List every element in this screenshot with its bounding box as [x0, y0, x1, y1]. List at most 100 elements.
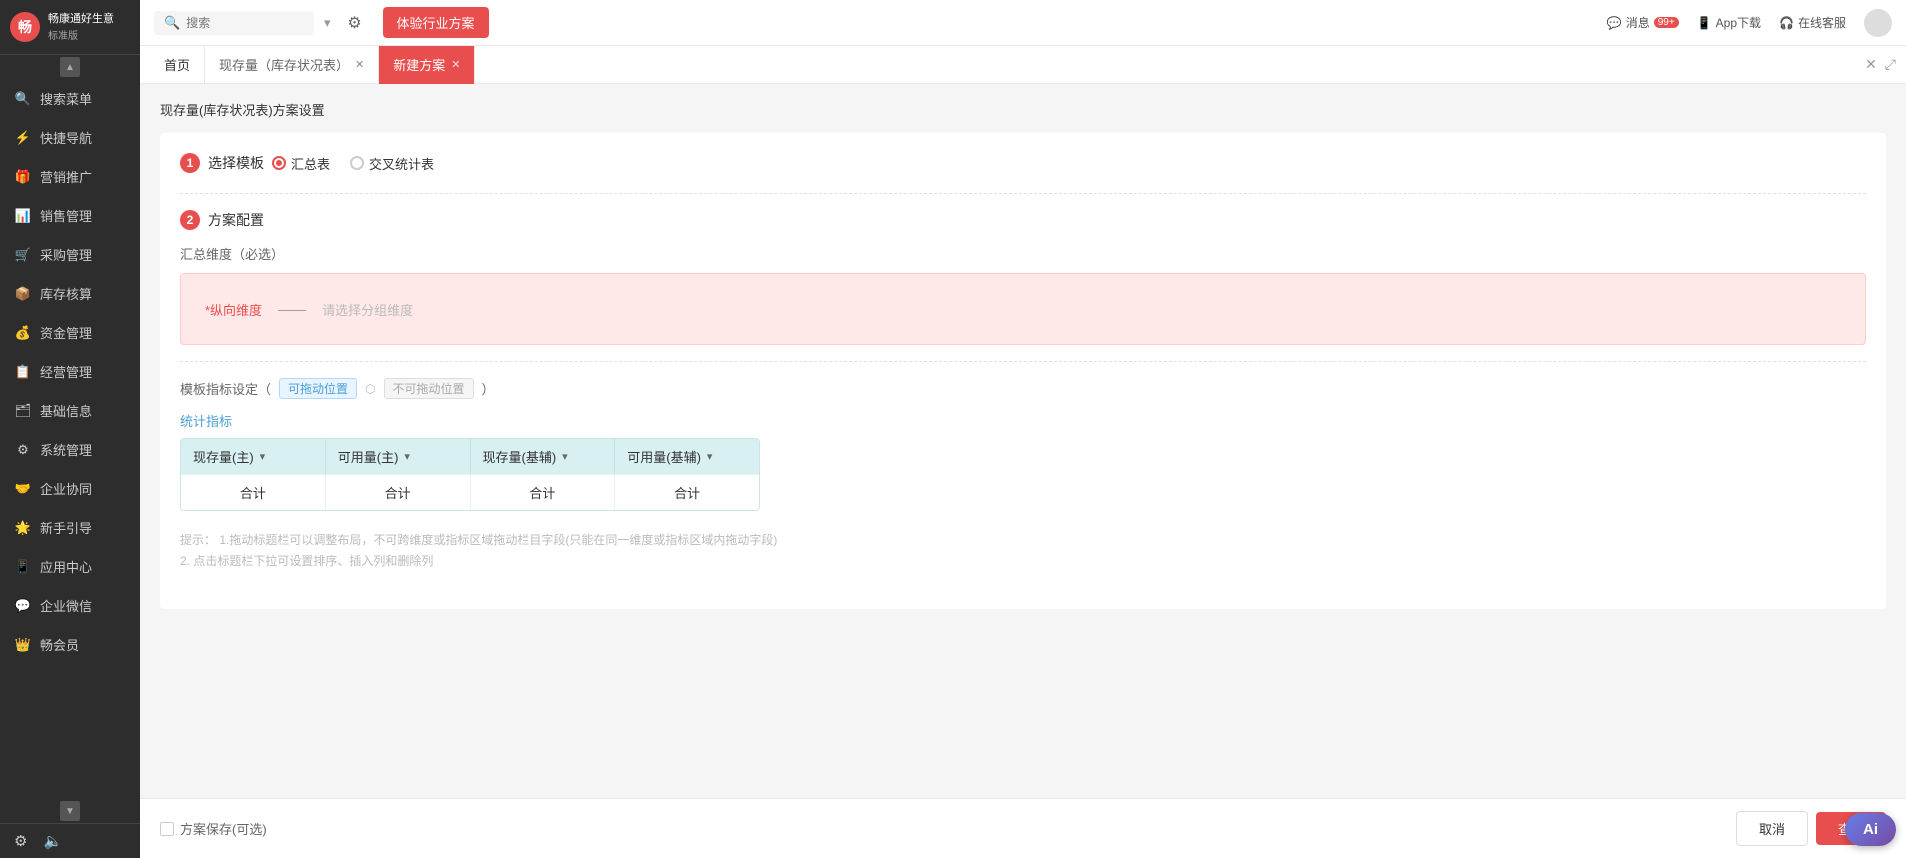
cell-0-3: 合计	[615, 475, 759, 510]
content-area: 现存量(库存状况表)方案设置 1 选择模板 汇总表 交叉统计表	[140, 84, 1906, 798]
tab-expand-icon[interactable]: ⤢	[1885, 56, 1896, 73]
sidebar-item-quick-nav[interactable]: ⚡ 快捷导航	[0, 118, 140, 157]
sidebar-item-new-guide[interactable]: 🌟 新手引导	[0, 508, 140, 547]
dimension-label: 汇总维度（必选）	[180, 244, 1866, 263]
section1-title: 选择模板	[208, 153, 264, 173]
header-cell-0[interactable]: 现存量(主) ▾	[181, 439, 326, 474]
tab-new-plan-close[interactable]: ✕	[451, 58, 460, 71]
wechat-icon: 💬	[14, 597, 32, 615]
tab-inventory-status-close[interactable]: ✕	[355, 58, 364, 71]
app-edition: 标准版	[48, 27, 114, 42]
cell-0-2: 合计	[471, 475, 616, 510]
table-row: 合计 合计 合计 合计	[181, 474, 759, 510]
sidebar-bottom: ⚙ 🔈	[0, 823, 140, 858]
member-icon: 👑	[14, 636, 32, 654]
audio-icon[interactable]: 🔈	[43, 832, 62, 850]
indicator-settings-label: 模板指标设定（ 可拖动位置 ⬡ 不可拖动位置 ）	[180, 378, 1866, 399]
cancel-button[interactable]: 取消	[1736, 811, 1808, 846]
dimension-dash: ——	[278, 301, 306, 317]
topbar-actions: 💬 消息 99+ 📱 App下载 🎧 在线客服	[1607, 9, 1892, 37]
header-chevron-3: ▾	[707, 450, 713, 463]
dimension-required: *纵向维度	[205, 300, 262, 319]
gear-icon[interactable]: ⚙	[341, 9, 369, 37]
sidebar-scroll-down[interactable]: ▼	[60, 801, 80, 821]
movable-tag: 可拖动位置	[279, 378, 357, 399]
save-plan-checkbox-box[interactable]	[160, 822, 174, 836]
trial-btn[interactable]: 体验行业方案	[383, 7, 489, 38]
tip-2: 2. 点击标题栏下拉可设置排序、插入列和删除列	[180, 552, 1866, 569]
stats-table-body: 合计 合计 合计 合计	[181, 474, 759, 510]
radio-summary[interactable]: 汇总表	[272, 154, 330, 173]
sidebar-item-sales[interactable]: 📊 销售管理	[0, 196, 140, 235]
search-menu-icon: 🔍	[14, 90, 32, 108]
cooperation-icon: 🤝	[14, 480, 32, 498]
radio-cross-dot	[350, 156, 364, 170]
sidebar-item-marketing[interactable]: 🎁 营销推广	[0, 157, 140, 196]
section2-title: 方案配置	[208, 210, 264, 230]
download-icon: 📱	[1697, 16, 1712, 30]
stats-table: 现存量(主) ▾ 可用量(主) ▾ 现存量(基辅) ▾	[180, 438, 760, 511]
tab-new-plan[interactable]: 新建方案 ✕	[379, 46, 475, 84]
sidebar-scroll-up[interactable]: ▲	[60, 57, 80, 77]
tabs-controls: ✕ ⤢	[1865, 56, 1906, 73]
online-service-btn[interactable]: 🎧 在线客服	[1779, 14, 1846, 31]
app-center-icon: 📱	[14, 558, 32, 576]
header-chevron-0: ▾	[260, 450, 266, 463]
tab-home[interactable]: 首页	[150, 46, 205, 84]
tip-1: 提示： 1.拖动标题栏可以调整布局，不可跨维度或指标区域拖动栏目字段(只能在同一…	[180, 531, 1866, 548]
cell-0-1: 合计	[326, 475, 471, 510]
settings-icon[interactable]: ⚙	[14, 832, 27, 850]
sidebar-logo: 畅 畅康通好生意 标准版	[0, 0, 140, 55]
topbar: 🔍 ▾ ⚙ 体验行业方案 💬 消息 99+ 📱 App下载 🎧 在线客服	[140, 0, 1906, 46]
tab-inventory-status[interactable]: 现存量（库存状况表） ✕	[205, 46, 379, 84]
section-divider	[180, 193, 1866, 194]
section-config: 2 方案配置 汇总维度（必选） *纵向维度 —— 请选择分组维度 模板指标设定（…	[180, 210, 1866, 569]
sidebar-nav: 🔍 搜索菜单 ⚡ 快捷导航 🎁 营销推广 📊 销售管理 🛒 采购管理 📦 库存核…	[0, 79, 140, 799]
sidebar-item-wechat[interactable]: 💬 企业微信	[0, 586, 140, 625]
sidebar-item-basic-info[interactable]: 🗂 基础信息	[0, 391, 140, 430]
save-plan-checkbox[interactable]: 方案保存(可选)	[160, 819, 267, 838]
app-name: 畅康通好生意	[48, 12, 114, 26]
sidebar-item-purchase[interactable]: 🛒 采购管理	[0, 235, 140, 274]
new-guide-icon: 🌟	[14, 519, 32, 537]
user-avatar[interactable]	[1864, 9, 1892, 37]
quick-nav-icon: ⚡	[14, 129, 32, 147]
dimension-placeholder[interactable]: 请选择分组维度	[322, 300, 413, 319]
section2-badge: 2	[180, 210, 200, 230]
purchase-icon: 🛒	[14, 246, 32, 264]
section1-header: 1 选择模板 汇总表 交叉统计表	[180, 153, 1866, 173]
ai-float-button[interactable]: Ai	[1845, 813, 1896, 846]
tabs-bar: 首页 现存量（库存状况表） ✕ 新建方案 ✕ ✕ ⤢	[140, 46, 1906, 84]
messages-btn[interactable]: 💬 消息 99+	[1607, 14, 1679, 31]
sidebar-item-member[interactable]: 👑 畅会员	[0, 625, 140, 664]
marketing-icon: 🎁	[14, 168, 32, 186]
search-input[interactable]	[186, 16, 286, 30]
stats-section-label: 统计指标	[180, 411, 1866, 430]
radio-cross[interactable]: 交叉统计表	[350, 154, 434, 173]
main-area: 🔍 ▾ ⚙ 体验行业方案 💬 消息 99+ 📱 App下载 🎧 在线客服	[140, 0, 1906, 858]
finance-icon: 💰	[14, 324, 32, 342]
header-cell-1[interactable]: 可用量(主) ▾	[326, 439, 471, 474]
sidebar-item-search-menu[interactable]: 🔍 搜索菜单	[0, 79, 140, 118]
dimension-box: *纵向维度 —— 请选择分组维度	[180, 273, 1866, 345]
sidebar-item-system[interactable]: ⚙ 系统管理	[0, 430, 140, 469]
sidebar-item-inventory[interactable]: 📦 库存核算	[0, 274, 140, 313]
sales-icon: 📊	[14, 207, 32, 225]
app-download-btn[interactable]: 📱 App下载	[1697, 14, 1761, 31]
operations-icon: 📋	[14, 363, 32, 381]
tab-close-all-icon[interactable]: ✕	[1865, 56, 1877, 73]
logo-icon: 畅	[10, 12, 40, 42]
header-cell-2[interactable]: 现存量(基辅) ▾	[471, 439, 616, 474]
system-icon: ⚙	[14, 441, 32, 459]
sidebar-item-finance[interactable]: 💰 资金管理	[0, 313, 140, 352]
sidebar-item-operations[interactable]: 📋 经营管理	[0, 352, 140, 391]
header-cell-3[interactable]: 可用量(基辅) ▾	[615, 439, 759, 474]
sidebar-item-app-center[interactable]: 📱 应用中心	[0, 547, 140, 586]
header-chevron-1: ▾	[404, 450, 410, 463]
section2-header: 2 方案配置	[180, 210, 1866, 230]
bottom-bar: 方案保存(可选) 取消 查询	[140, 798, 1906, 858]
chevron-down-icon[interactable]: ▾	[324, 15, 331, 31]
sidebar-item-cooperation[interactable]: 🤝 企业协同	[0, 469, 140, 508]
settings-card: 1 选择模板 汇总表 交叉统计表	[160, 133, 1886, 609]
search-box: 🔍	[154, 11, 314, 35]
